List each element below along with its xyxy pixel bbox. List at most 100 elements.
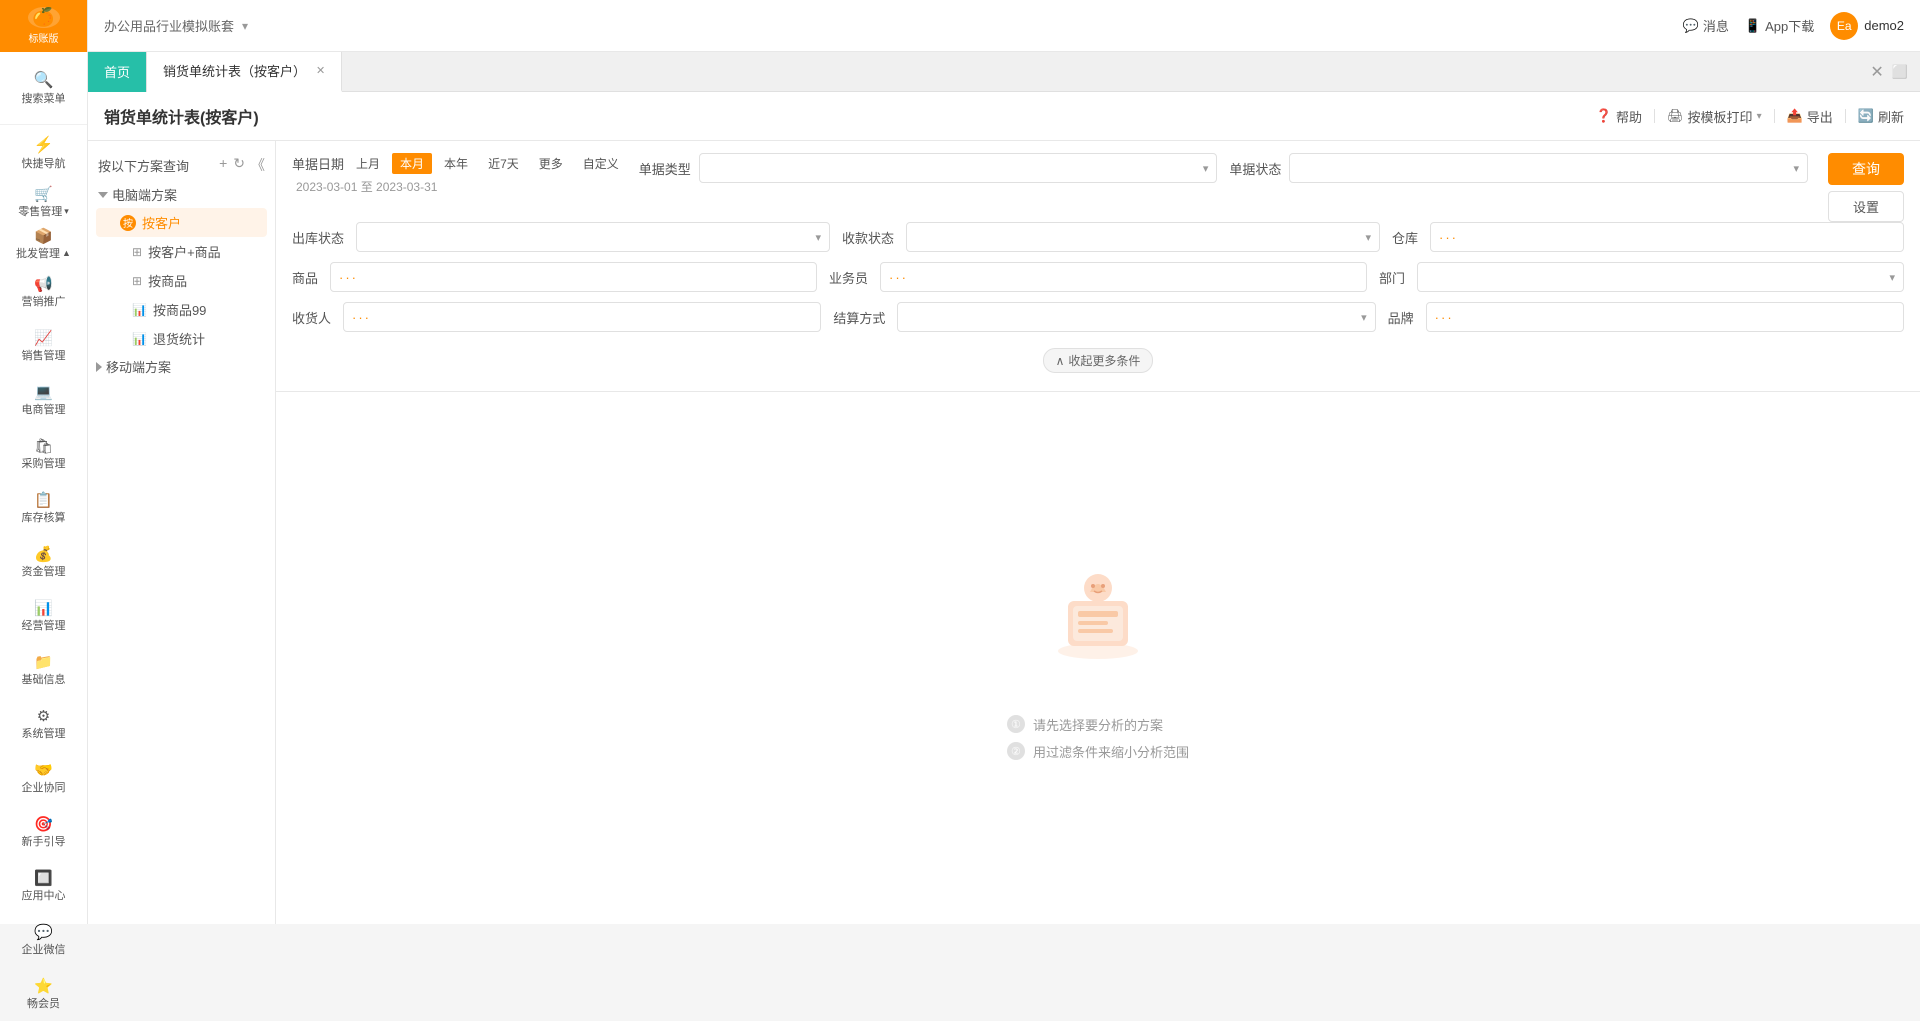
- refresh-scheme-icon[interactable]: ↻: [233, 155, 245, 175]
- tree-item-label-by-customer: 按客户: [142, 213, 181, 232]
- receipt-select[interactable]: ▾: [906, 222, 1380, 252]
- export-btn[interactable]: 📤 导出: [1787, 107, 1833, 126]
- date-btn-more[interactable]: 更多: [531, 153, 571, 174]
- tab-sales-stat[interactable]: 销货单统计表（按客户） ✕: [147, 52, 342, 92]
- recipient-label: 收货人: [292, 308, 331, 327]
- brand-select[interactable]: ···: [1426, 302, 1904, 332]
- sidebar-item-ecommerce-mgmt[interactable]: 💻 电商管理: [0, 373, 87, 427]
- sidebar-item-search-menu[interactable]: 🔍 搜索菜单: [0, 60, 87, 116]
- left-panel-title: 按以下方案查询: [98, 156, 189, 175]
- goods-label: 商品: [292, 268, 318, 287]
- topbar: 办公用品行业模拟账套 ▾ 💬 消息 📱 App下载 Ea demo2: [88, 0, 1920, 52]
- topbar-left: 办公用品行业模拟账套 ▾: [104, 16, 248, 35]
- tree-item-by-goods[interactable]: ⊞ 按商品: [96, 266, 267, 295]
- sidebar-item-vip-member[interactable]: ⭐ 畅会员: [0, 967, 87, 1021]
- topbar-right: 💬 消息 📱 App下载 Ea demo2: [1683, 12, 1904, 40]
- outbound-select[interactable]: ▾: [356, 222, 830, 252]
- sidebar-item-quick-nav[interactable]: ⚡ 快捷导航: [0, 125, 87, 181]
- department-chevron: ▾: [1889, 271, 1895, 284]
- sidebar-item-new-guide[interactable]: 🎯 新手引导: [0, 805, 87, 859]
- empty-icon: [1038, 556, 1158, 695]
- sidebar-item-enterprise-collab[interactable]: 🤝 企业协同: [0, 751, 87, 805]
- close-window-icon[interactable]: ✕: [1870, 62, 1883, 82]
- tab-close-icon[interactable]: ✕: [316, 64, 325, 77]
- app-download-btn[interactable]: 📱 App下载: [1745, 16, 1814, 35]
- sidebar-search[interactable]: 🔍 搜索菜单: [0, 52, 87, 125]
- hint-text-1: 请先选择要分析的方案: [1033, 715, 1163, 734]
- active-item-indicator: 按: [120, 215, 136, 231]
- sidebar-item-enterprise-wechat[interactable]: 💬 企业微信: [0, 913, 87, 967]
- sidebar-item-inventory-check[interactable]: 📋 库存核算: [0, 481, 87, 535]
- tree-group-header-desktop[interactable]: 电脑端方案: [96, 181, 267, 208]
- order-status-select[interactable]: ▾: [1289, 153, 1808, 183]
- help-btn[interactable]: ❓ 帮助: [1596, 107, 1642, 126]
- payment-chevron: ▾: [1361, 311, 1367, 324]
- collapse-panel-btn[interactable]: 《: [251, 155, 265, 175]
- sidebar-item-finance-mgmt[interactable]: 💰 资金管理: [0, 535, 87, 589]
- empty-hint-1: ① 请先选择要分析的方案: [1007, 715, 1189, 734]
- order-status-row: 单据状态 ▾: [1229, 153, 1808, 183]
- date-btn-this-month[interactable]: 本月: [392, 153, 432, 174]
- refresh-btn[interactable]: 🔄 刷新: [1858, 107, 1904, 126]
- tree-item-return-stat[interactable]: 📊 退货统计: [96, 324, 267, 353]
- outbound-chevron: ▾: [815, 231, 821, 244]
- order-type-row: 单据类型 ▾: [639, 153, 1218, 183]
- date-btn-last-7-days[interactable]: 近7天: [480, 153, 527, 174]
- tree-desktop-group: 电脑端方案 按 按客户 ⊞ 按客户+商品 ⊞ 按商品: [88, 181, 275, 353]
- query-btn[interactable]: 查询: [1828, 153, 1904, 185]
- salesperson-select[interactable]: ···: [880, 262, 1367, 292]
- date-range-display: 2023-03-01 至 2023-03-31: [296, 178, 627, 195]
- print-btn[interactable]: 🖨 按模板打印 ▾: [1667, 107, 1762, 126]
- date-btn-group: 上月 本月 本年 近7天 更多 自定义: [348, 153, 627, 174]
- receipt-label: 收款状态: [842, 228, 894, 247]
- date-btn-prev-month[interactable]: 上月: [348, 153, 388, 174]
- tree-item-by-customer[interactable]: 按 按客户: [96, 208, 267, 237]
- right-panel: 单据日期 上月 本月 本年 近7天 更多 自定义 2023: [276, 141, 1920, 924]
- filter-row-2: 出库状态 ▾ 收款状态 ▾ 仓库 ···: [292, 222, 1904, 252]
- collapse-btn[interactable]: ∧ 收起更多条件: [1043, 348, 1154, 373]
- date-btn-this-year[interactable]: 本年: [436, 153, 476, 174]
- main-content: 办公用品行业模拟账套 ▾ 💬 消息 📱 App下载 Ea demo2 首页: [88, 0, 1920, 924]
- date-label: 单据日期: [292, 154, 344, 173]
- topbar-dropdown-icon[interactable]: ▾: [242, 19, 248, 33]
- sidebar-item-basic-info[interactable]: 📁 基础信息: [0, 643, 87, 697]
- filter-area: 单据日期 上月 本月 本年 近7天 更多 自定义 2023: [276, 141, 1920, 392]
- collapse-chevron-icon: ∧: [1056, 354, 1065, 368]
- warehouse-select[interactable]: ···: [1430, 222, 1904, 252]
- order-type-label: 单据类型: [639, 159, 691, 178]
- add-scheme-btn[interactable]: +: [219, 155, 227, 175]
- sidebar-item-purchase-mgmt[interactable]: 🛍 采购管理: [0, 427, 87, 481]
- tree-item-by-goods-99[interactable]: 📊 按商品99: [96, 295, 267, 324]
- tree-item-by-customer-goods[interactable]: ⊞ 按客户+商品: [96, 237, 267, 266]
- message-btn[interactable]: 💬 消息: [1683, 16, 1729, 35]
- warehouse-label: 仓库: [1392, 228, 1418, 247]
- page-content: 销货单统计表(按客户) ❓ 帮助 🖨 按模板打印 ▾ 📤 导出: [88, 92, 1920, 924]
- sidebar-item-marketing[interactable]: 📢 营销推广: [0, 265, 87, 319]
- message-label: 消息: [1703, 16, 1729, 35]
- sidebar-item-wholesale-mgmt[interactable]: 📦 批发管理 ▲: [0, 223, 87, 265]
- filter-row-1: 单据日期 上月 本月 本年 近7天 更多 自定义 2023: [292, 153, 1904, 222]
- tree-mobile-group[interactable]: 移动端方案: [88, 353, 275, 380]
- user-area[interactable]: Ea demo2: [1830, 12, 1904, 40]
- empty-hint-2: ② 用过滤条件来缩小分析范围: [1007, 742, 1189, 761]
- recipient-select[interactable]: ···: [343, 302, 821, 332]
- department-select[interactable]: ▾: [1417, 262, 1904, 292]
- logo-area[interactable]: 🍊 标账版: [0, 0, 87, 52]
- sidebar-item-retail-mgmt[interactable]: 🛒 零售管理 ▾: [0, 181, 87, 223]
- sidebar-item-sys-mgmt[interactable]: ⚙ 系统管理: [0, 697, 87, 751]
- goods-select[interactable]: ···: [330, 262, 817, 292]
- settings-btn[interactable]: 设置: [1828, 191, 1904, 222]
- tab-home-label: 首页: [104, 62, 130, 81]
- sidebar-item-sales-mgmt[interactable]: 📈 销售管理: [0, 319, 87, 373]
- date-btn-custom[interactable]: 自定义: [575, 153, 627, 174]
- tab-home[interactable]: 首页: [88, 52, 147, 92]
- maximize-window-icon[interactable]: ⬜: [1892, 64, 1908, 80]
- payment-select[interactable]: ▾: [897, 302, 1375, 332]
- payment-label: 结算方式: [833, 308, 885, 327]
- receipt-chevron: ▾: [1365, 231, 1371, 244]
- empty-hints: ① 请先选择要分析的方案 ② 用过滤条件来缩小分析范围: [1007, 715, 1189, 761]
- hint-num-2: ②: [1007, 742, 1025, 760]
- order-type-select[interactable]: ▾: [699, 153, 1218, 183]
- sidebar-item-biz-mgmt[interactable]: 📊 经营管理: [0, 589, 87, 643]
- sidebar-item-app-center[interactable]: 🔲 应用中心: [0, 859, 87, 913]
